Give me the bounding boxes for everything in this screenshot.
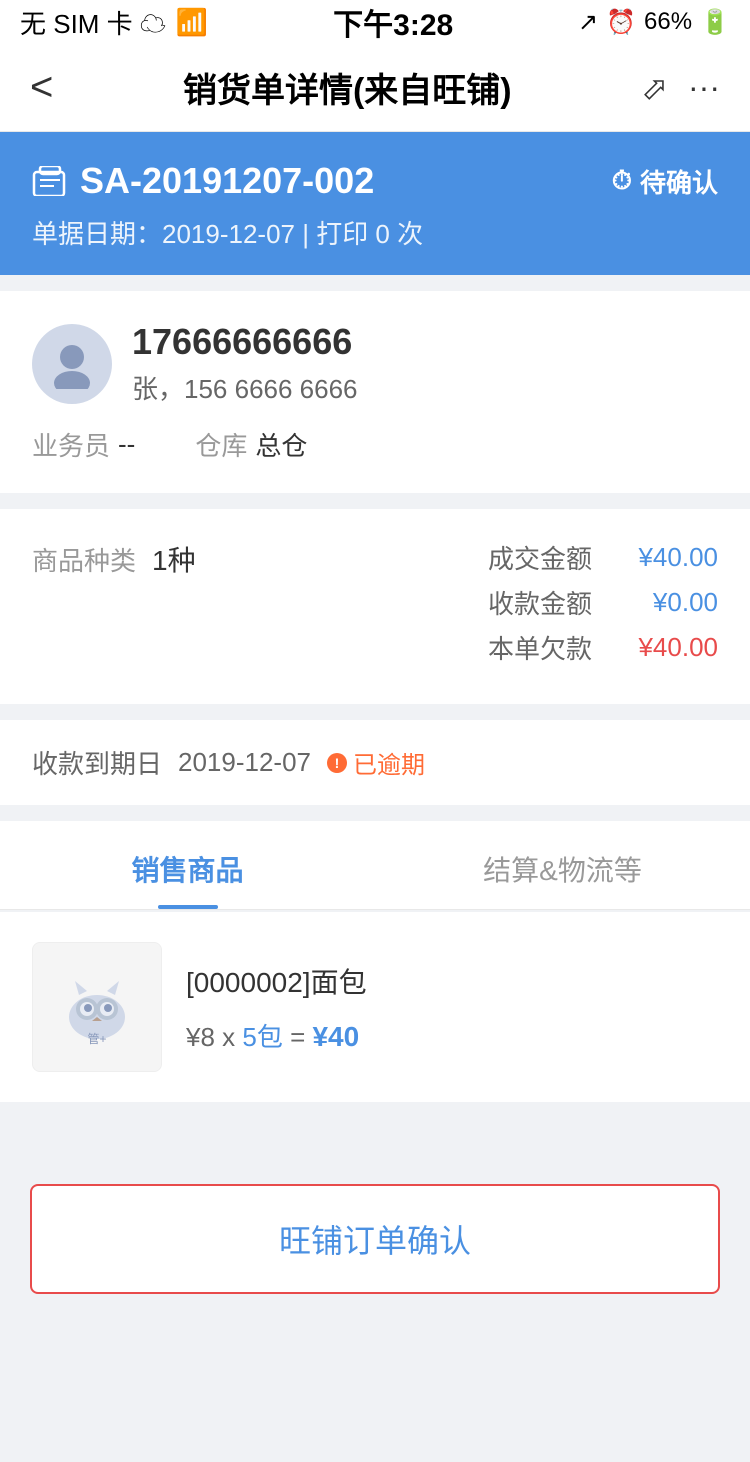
wifi-icon: 📶 [176,7,208,38]
product-info: [0000002]面包 ¥8 x 5包 = ¥40 [186,961,718,1054]
customer-phone: 17666666666 [132,321,358,363]
customer-name: 张，156 6666 6666 [132,369,358,406]
product-total: ¥40 [312,1021,359,1052]
deal-amount-row: 成交金额 ¥40.00 [488,539,718,576]
warehouse-label: 仓库 [195,426,247,463]
sales-label: 业务员 [32,426,110,463]
no-sim-label: 无 SIM 卡 ☁ [20,4,166,41]
status-right: ↗ ⏰ 66% 🔋 [578,8,730,37]
alarm-icon: ⏰ [606,8,636,37]
order-id-row: SA-20191207-002 ⏱ 待确认 [32,160,718,202]
deal-amount-value: ¥40.00 [608,542,718,573]
bottom-bar: 旺铺订单确认 [0,1164,750,1334]
sales-item: 业务员 -- [32,426,135,463]
order-id-left: SA-20191207-002 [32,160,374,202]
product-logo: 管+ [57,967,137,1047]
owed-amount-value: ¥40.00 [608,632,718,663]
customer-info: 17666666666 张，156 6666 6666 [132,321,358,406]
nav-right: ⬀ ··· [641,69,720,107]
received-amount-label: 收款金额 [488,584,592,621]
warehouse-value: 总仓 [255,426,307,463]
tab-sales-products-label: 销售商品 [131,855,243,886]
customer-meta: 业务员 -- 仓库 总仓 [32,426,718,463]
share-button[interactable]: ⬀ [641,69,668,107]
battery-icon: 🔋 [700,8,730,37]
sales-value: -- [118,429,135,460]
battery-label: 66% [644,8,692,36]
svg-text:管+: 管+ [87,1031,106,1046]
warehouse-item: 仓库 总仓 [195,426,307,463]
tabs-bar: 销售商品 结算&物流等 [0,821,750,910]
product-card: 管+ [0000002]面包 ¥8 x 5包 = ¥40 [0,912,750,1102]
confirm-order-button[interactable]: 旺铺订单确认 [30,1184,720,1294]
amount-section: 成交金额 ¥40.00 收款金额 ¥0.00 本单欠款 ¥40.00 [488,539,718,674]
nav-bar: < 销货单详情(来自旺铺) ⬀ ··· [0,44,750,132]
more-button[interactable]: ··· [688,69,720,106]
status-time: 下午3:28 [333,0,453,44]
product-type-value: 1种 [152,539,196,579]
location-icon: ↗ [578,8,598,37]
deal-amount-label: 成交金额 [488,539,592,576]
owed-amount-row: 本单欠款 ¥40.00 [488,629,718,666]
nav-left: < [30,65,53,110]
product-price-line: ¥8 x 5包 = ¥40 [186,1017,718,1054]
product-name: [0000002]面包 [186,961,718,1001]
order-doc-icon [32,166,68,196]
order-status: ⏱ 待确认 [612,163,718,200]
overdue-icon: ! [327,753,347,773]
product-equals: = [283,1022,313,1052]
product-thumbnail: 管+ [32,942,162,1072]
back-button[interactable]: < [30,65,53,110]
status-bar: 无 SIM 卡 ☁ 📶 下午3:28 ↗ ⏰ 66% 🔋 [0,0,750,44]
owed-amount-label: 本单欠款 [488,629,592,666]
order-header-card: SA-20191207-002 ⏱ 待确认 单据日期：2019-12-07 | … [0,132,750,275]
order-id-text: SA-20191207-002 [80,160,374,202]
overdue-badge: ! 已逾期 [327,745,425,780]
avatar [32,324,112,404]
order-date: 单据日期：2019-12-07 | 打印 0 次 [32,214,718,251]
clock-icon: ⏱ [612,165,632,197]
tab-settlement-label: 结算&物流等 [483,855,642,886]
due-date-value: 2019-12-07 [178,747,311,778]
summary-card: 商品种类 1种 成交金额 ¥40.00 收款金额 ¥0.00 本单欠款 ¥40.… [0,509,750,704]
customer-card: 17666666666 张，156 6666 6666 业务员 -- 仓库 总仓 [0,291,750,493]
tab-sales-products[interactable]: 销售商品 [0,821,375,909]
received-amount-value: ¥0.00 [608,587,718,618]
tab-settlement[interactable]: 结算&物流等 [375,821,750,909]
product-type-section: 商品种类 1种 [32,539,196,579]
status-left: 无 SIM 卡 ☁ 📶 [20,4,208,41]
overdue-text: 已逾期 [353,745,425,780]
product-qty: 5包 [242,1022,282,1052]
product-unit-price: ¥8 x [186,1022,242,1052]
product-type-label: 商品种类 [32,541,136,578]
page-title: 销货单详情(来自旺铺) [183,63,512,112]
received-amount-row: 收款金额 ¥0.00 [488,584,718,621]
due-date-card: 收款到期日 2019-12-07 ! 已逾期 [0,720,750,805]
product-code: [0000002] [186,967,311,998]
due-date-label: 收款到期日 [32,744,162,781]
status-text: 待确认 [640,163,718,200]
product-name-text: 面包 [311,967,367,998]
customer-top: 17666666666 张，156 6666 6666 [32,321,718,406]
